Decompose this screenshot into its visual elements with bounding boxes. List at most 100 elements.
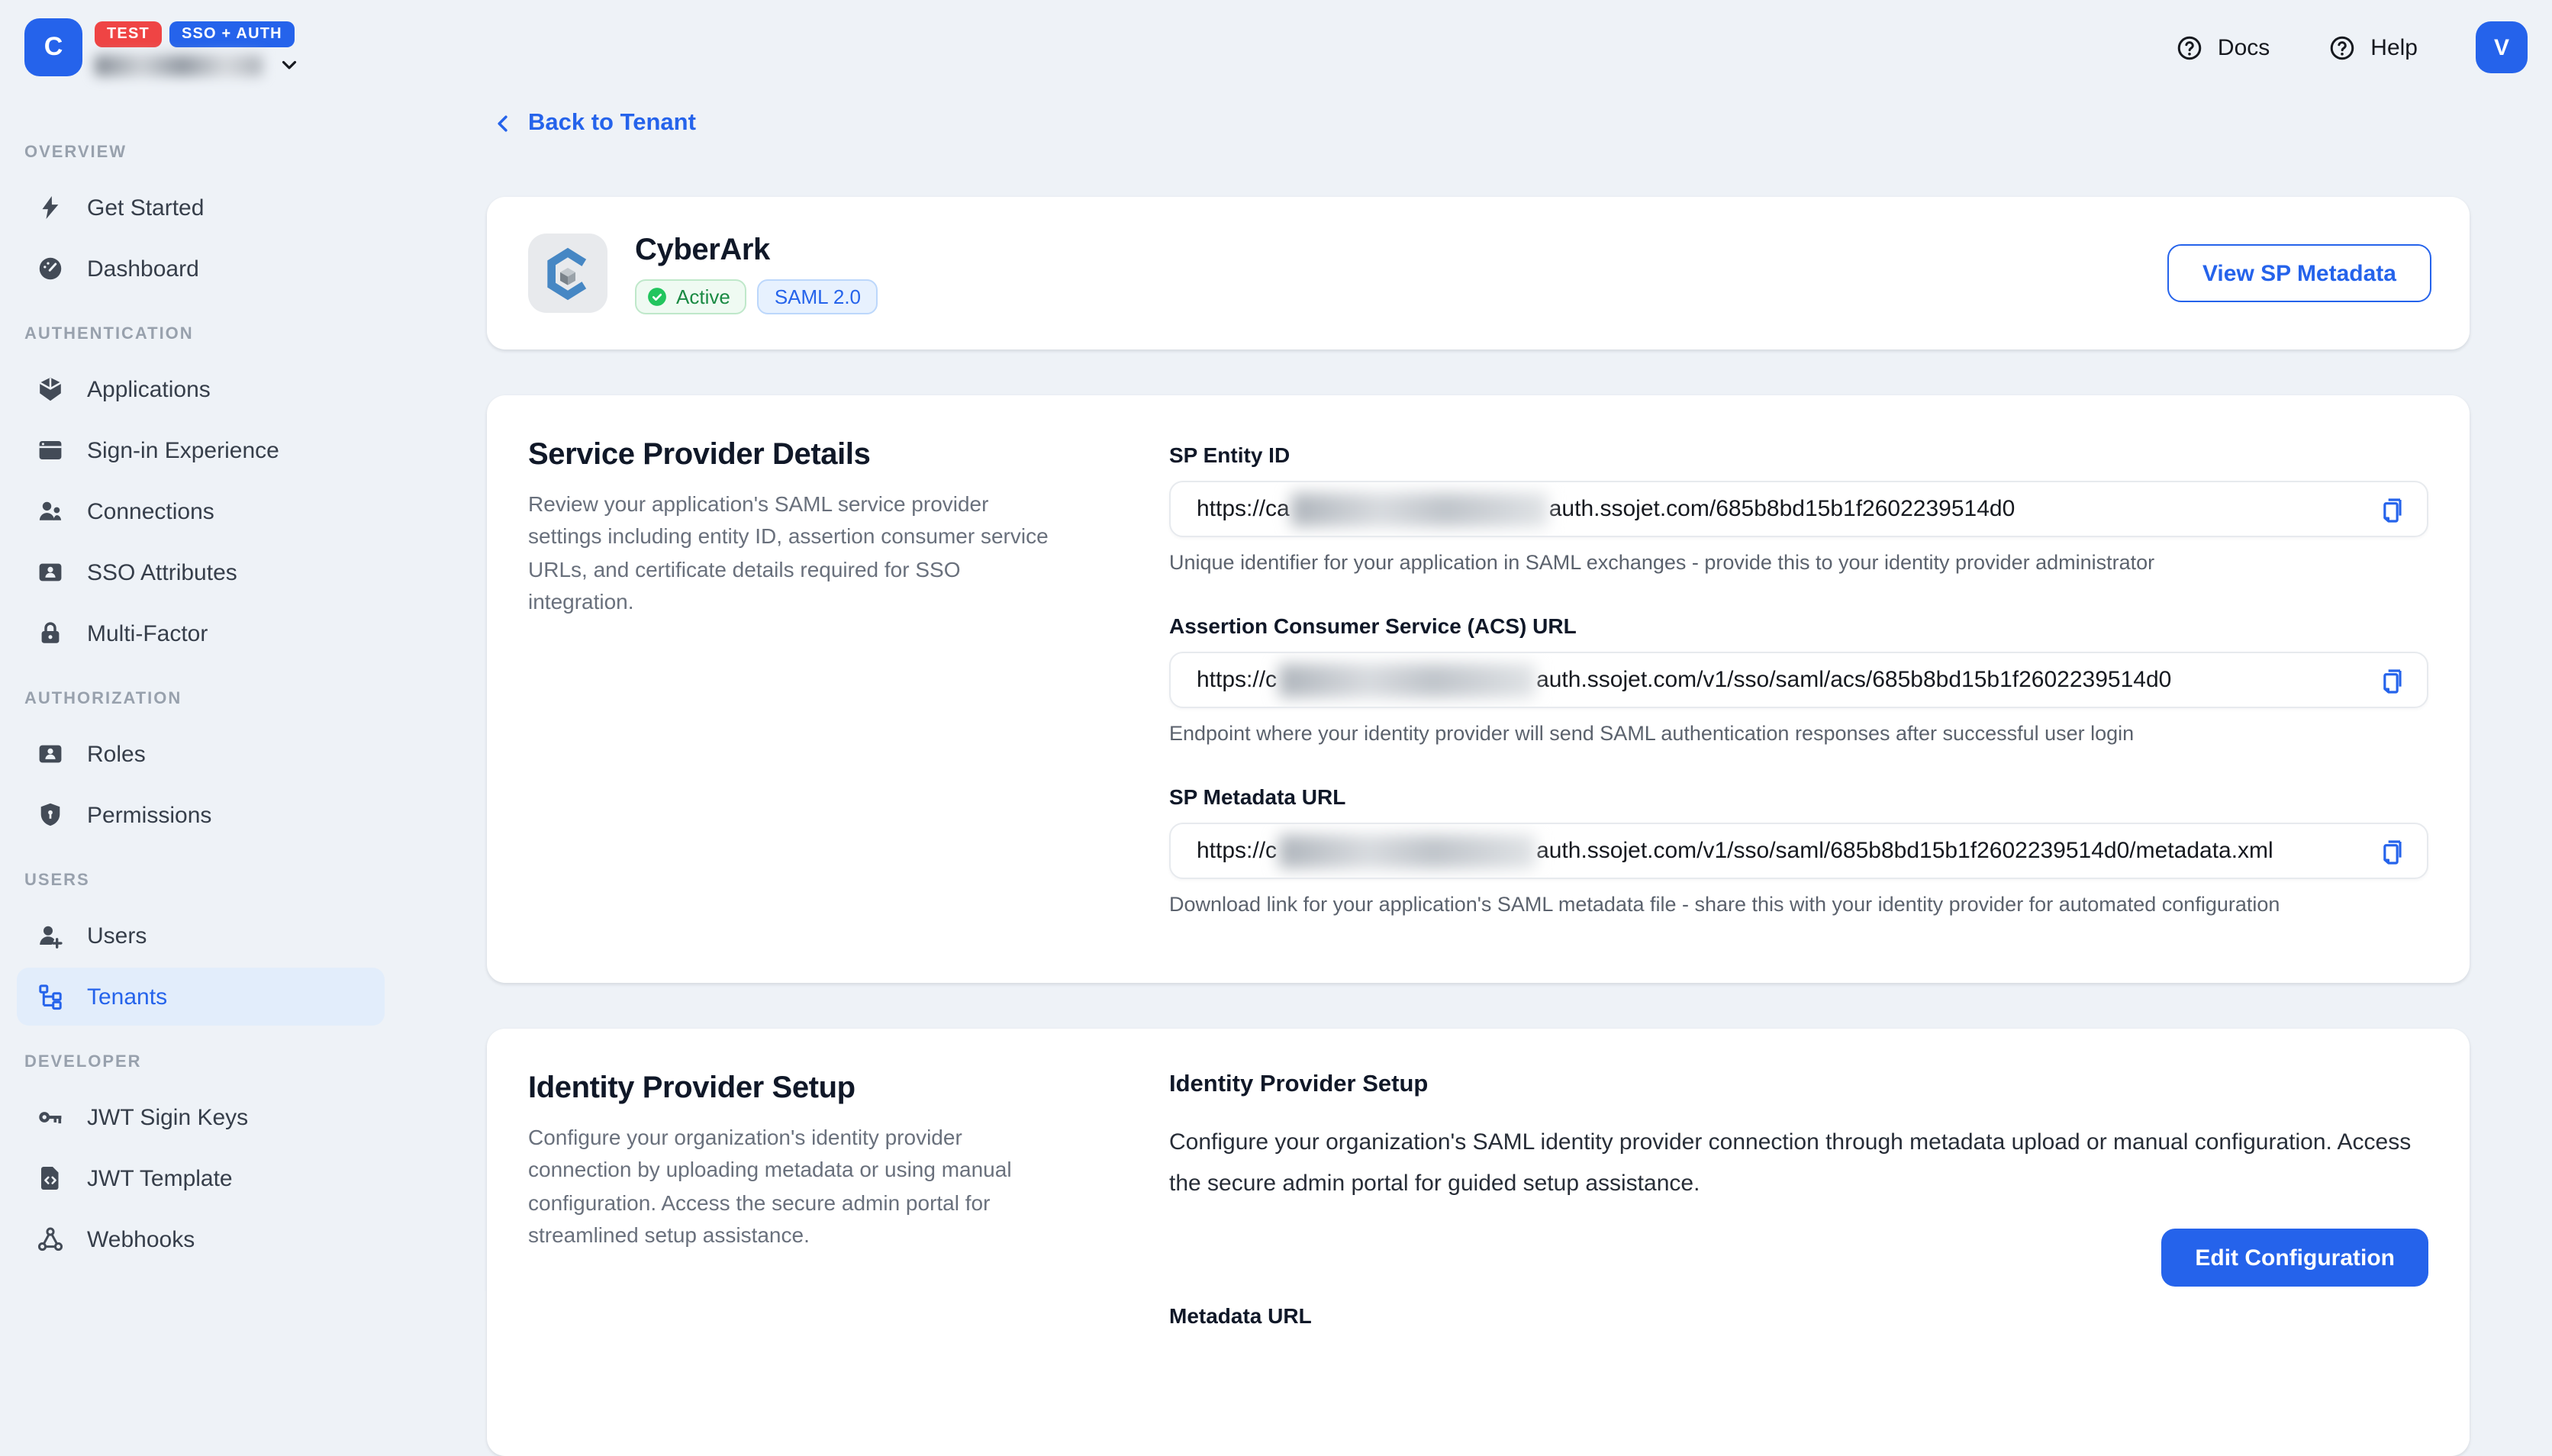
nav-section-users: USERS: [24, 871, 372, 890]
copy-button[interactable]: [2376, 494, 2407, 524]
cyberark-logo-icon: [543, 246, 592, 300]
sp-metadata-url-field: SP Metadata URL https://c auth.ssojet.com…: [1169, 784, 2428, 916]
users-icon: [37, 498, 64, 525]
nav-section-authorization: AUTHORIZATION: [24, 690, 372, 708]
chevron-left-icon: [493, 113, 514, 134]
url-prefix: https://ca: [1197, 496, 1290, 522]
sp-entity-id-value[interactable]: https://caauth.ssojet.com/685b8bd15b1f26…: [1169, 481, 2428, 537]
nav-section-authentication: AUTHENTICATION: [24, 325, 372, 343]
sidebar-item-label: Get Started: [87, 195, 204, 221]
edit-configuration-button[interactable]: Edit Configuration: [2161, 1229, 2428, 1287]
workspace-name-row[interactable]: [95, 53, 301, 76]
section-description: Review your application's SAML service p…: [528, 488, 1065, 618]
user-plus-icon: [37, 922, 64, 949]
back-to-tenant-link[interactable]: Back to Tenant: [493, 110, 696, 137]
tree-icon: [37, 983, 64, 1010]
sidebar-item-label: Connections: [87, 498, 214, 524]
sidebar-item-label: JWT Template: [87, 1165, 233, 1191]
sp-metadata-url-value[interactable]: https://c auth.ssojet.com/v1/sso/saml/685…: [1169, 823, 2428, 879]
sidebar-item-users[interactable]: Users: [17, 907, 385, 965]
sidebar-item-label: Applications: [87, 376, 211, 402]
app-badges: Active SAML 2.0: [635, 279, 878, 314]
identity-provider-setup-card: Identity Provider Setup Configure your o…: [487, 1029, 2470, 1456]
field-label: SP Entity ID: [1169, 443, 2428, 467]
sp-details-fields: SP Entity ID https://caauth.ssojet.com/6…: [1169, 438, 2428, 916]
field-help: Download link for your application's SAM…: [1169, 893, 2428, 916]
nav-section-overview: OVERVIEW: [24, 143, 372, 162]
sidebar-item-webhooks[interactable]: Webhooks: [17, 1210, 385, 1268]
app-title: CyberArk: [635, 233, 878, 268]
idp-setup-panel: Identity Provider Setup Configure your o…: [1169, 1071, 2428, 1413]
panel-title: Identity Provider Setup: [1169, 1071, 2428, 1099]
sidebar-item-get-started[interactable]: Get Started: [17, 179, 385, 237]
sidebar: C TEST SSO + AUTH OVERVIEW Get Started: [0, 0, 397, 1291]
sidebar-item-label: Users: [87, 923, 147, 949]
sidebar-item-sso-attributes[interactable]: SSO Attributes: [17, 543, 385, 601]
acs-url-field: Assertion Consumer Service (ACS) URL htt…: [1169, 614, 2428, 745]
app-info: CyberArk Active SAML 2.0: [635, 233, 878, 314]
workspace-switcher[interactable]: C TEST SSO + AUTH: [0, 0, 397, 89]
sidebar-nav: OVERVIEW Get Started Dashboard AUTHENTIC…: [0, 89, 397, 1268]
field-label: SP Metadata URL: [1169, 784, 2428, 809]
sidebar-item-jwt-sigin-keys[interactable]: JWT Sigin Keys: [17, 1088, 385, 1146]
section-title: Identity Provider Setup: [528, 1071, 1169, 1106]
copy-icon: [2376, 494, 2407, 524]
workspace-name-redacted: [95, 54, 263, 76]
field-label: Assertion Consumer Service (ACS) URL: [1169, 614, 2428, 638]
status-badge: Active: [635, 279, 747, 314]
sidebar-item-label: Tenants: [87, 984, 167, 1010]
plan-badge-sso-auth: SSO + AUTH: [169, 21, 295, 47]
copy-button[interactable]: [2376, 665, 2407, 695]
browser-window-icon: [37, 436, 64, 464]
sidebar-item-multi-factor[interactable]: Multi-Factor: [17, 604, 385, 662]
app-window: C TEST SSO + AUTH OVERVIEW Get Started: [0, 0, 2552, 1291]
sidebar-item-label: JWT Sigin Keys: [87, 1104, 248, 1130]
id-card-icon: [37, 740, 64, 768]
sidebar-item-tenants[interactable]: Tenants: [17, 968, 385, 1026]
sidebar-item-label: Sign-in Experience: [87, 437, 279, 463]
shield-icon: [37, 801, 64, 829]
copy-icon: [2376, 836, 2407, 866]
app-header-card: CyberArk Active SAML 2.0 View SP Metadat…: [487, 197, 2470, 350]
id-card-icon: [37, 559, 64, 586]
code-file-icon: [37, 1164, 64, 1192]
sidebar-item-label: Dashboard: [87, 256, 199, 282]
idp-setup-intro: Identity Provider Setup Configure your o…: [528, 1071, 1169, 1413]
field-help: Unique identifier for your application i…: [1169, 551, 2428, 574]
nav-section-developer: DEVELOPER: [24, 1053, 372, 1071]
sidebar-item-label: SSO Attributes: [87, 559, 237, 585]
sidebar-item-connections[interactable]: Connections: [17, 482, 385, 540]
url-prefix: https://c: [1197, 667, 1277, 693]
cube-icon: [37, 375, 64, 403]
url-suffix: auth.ssojet.com/v1/sso/saml/685b8bd15b1f…: [1536, 838, 2273, 864]
key-icon: [37, 1103, 64, 1131]
status-badge-label: Active: [676, 285, 730, 308]
view-sp-metadata-button[interactable]: View SP Metadata: [2167, 244, 2431, 302]
url-suffix: auth.ssojet.com/v1/sso/saml/acs/685b8bd1…: [1536, 667, 2171, 693]
sidebar-item-applications[interactable]: Applications: [17, 360, 385, 418]
sidebar-item-label: Permissions: [87, 802, 211, 828]
sidebar-item-jwt-template[interactable]: JWT Template: [17, 1149, 385, 1207]
sidebar-item-dashboard[interactable]: Dashboard: [17, 240, 385, 298]
acs-url-value[interactable]: https://c auth.ssojet.com/v1/sso/saml/acs…: [1169, 652, 2428, 708]
section-description: Configure your organization's identity p…: [528, 1122, 1065, 1251]
url-prefix: https://c: [1197, 838, 1277, 864]
back-link-label: Back to Tenant: [528, 110, 696, 137]
redacted-segment: [1278, 834, 1535, 868]
service-provider-details-card: Service Provider Details Review your app…: [487, 395, 2470, 983]
lock-icon: [37, 620, 64, 647]
sidebar-item-permissions[interactable]: Permissions: [17, 786, 385, 844]
env-badge-test: TEST: [95, 21, 162, 47]
sp-entity-id-field: SP Entity ID https://caauth.ssojet.com/6…: [1169, 443, 2428, 574]
protocol-badge: SAML 2.0: [758, 279, 878, 314]
redacted-segment: [1291, 492, 1548, 526]
sidebar-item-label: Multi-Factor: [87, 620, 208, 646]
metadata-url-label: Metadata URL: [1169, 1303, 2428, 1328]
webhook-icon: [37, 1226, 64, 1253]
sidebar-item-sign-in-experience[interactable]: Sign-in Experience: [17, 421, 385, 479]
copy-icon: [2376, 665, 2407, 695]
section-title: Service Provider Details: [528, 438, 1169, 473]
sidebar-item-roles[interactable]: Roles: [17, 725, 385, 783]
sidebar-item-label: Roles: [87, 741, 146, 767]
copy-button[interactable]: [2376, 836, 2407, 866]
